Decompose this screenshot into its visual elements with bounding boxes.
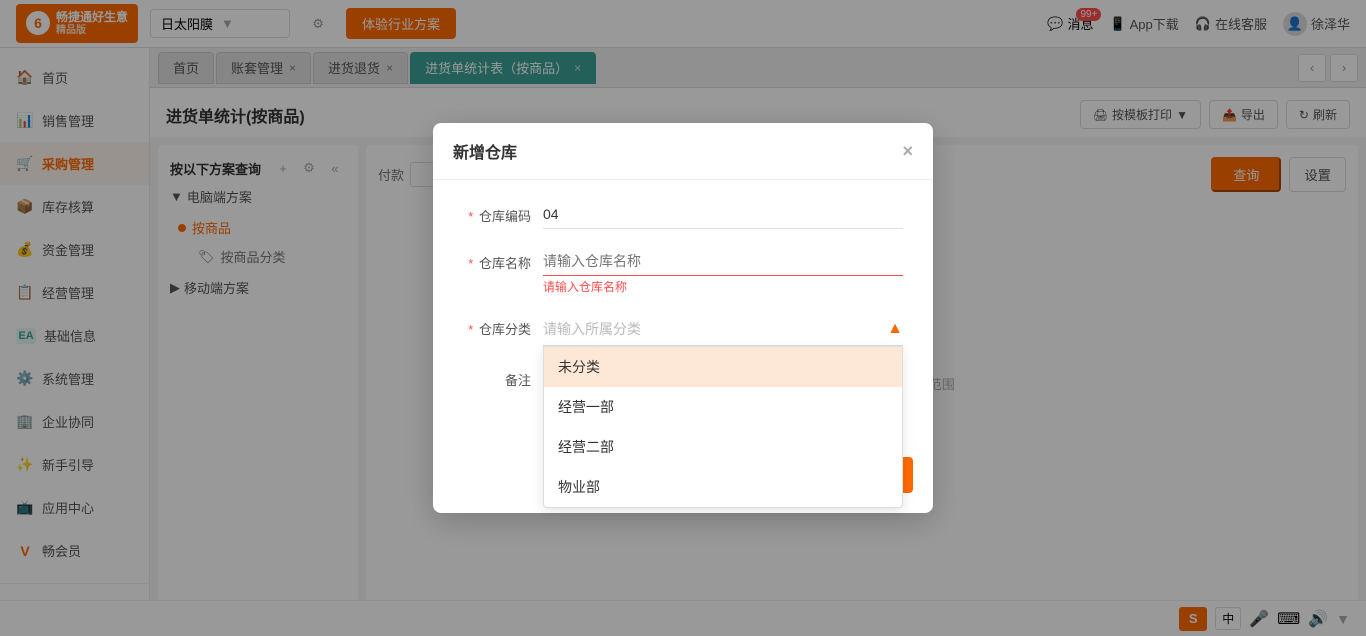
dropdown-item-dept2[interactable]: 经营二部 [544, 427, 902, 467]
modal-overlay: 新增仓库 × * 仓库编码 * 仓库名称 [0, 0, 1366, 636]
modal-close-button[interactable]: × [902, 141, 913, 162]
form-row-name: * 仓库名称 请输入仓库名称 [463, 247, 903, 295]
note-label: 备注 [463, 364, 543, 389]
dropdown-item-none[interactable]: 未分类 [544, 347, 902, 387]
category-dropdown-trigger[interactable]: 请输入所属分类 ▲ [543, 313, 903, 346]
modal-header: 新增仓库 × [433, 123, 933, 180]
dropdown-item-none-label: 未分类 [558, 359, 600, 375]
code-field [543, 200, 903, 229]
name-label: * 仓库名称 [463, 247, 543, 272]
add-warehouse-modal: 新增仓库 × * 仓库编码 * 仓库名称 [433, 123, 933, 513]
name-input[interactable] [543, 247, 903, 276]
code-input[interactable] [543, 200, 903, 229]
category-placeholder: 请输入所属分类 [543, 319, 641, 339]
category-field: 请输入所属分类 ▲ 未分类 经营一部 经营二部 [543, 313, 903, 346]
name-error-msg: 请输入仓库名称 [543, 278, 903, 295]
dropdown-item-dept3-label: 物业部 [558, 479, 600, 495]
required-star-code: * [468, 209, 473, 224]
required-star-cat: * [468, 322, 473, 337]
dropdown-item-dept1-label: 经营一部 [558, 399, 614, 415]
name-field: 请输入仓库名称 [543, 247, 903, 295]
modal-title: 新增仓库 [453, 139, 517, 163]
chevron-up-icon: ▲ [887, 320, 903, 338]
dropdown-item-dept2-label: 经营二部 [558, 439, 614, 455]
required-star-name: * [468, 256, 473, 271]
dropdown-item-dept1[interactable]: 经营一部 [544, 387, 902, 427]
form-row-category: * 仓库分类 请输入所属分类 ▲ 未分类 经营一部 [463, 313, 903, 346]
code-label: * 仓库编码 [463, 200, 543, 225]
form-row-code: * 仓库编码 [463, 200, 903, 229]
modal-body: * 仓库编码 * 仓库名称 请输入仓库名称 [433, 180, 933, 445]
category-dropdown-list: 未分类 经营一部 经营二部 物业部 [543, 346, 903, 508]
category-label: * 仓库分类 [463, 313, 543, 338]
dropdown-item-dept3[interactable]: 物业部 [544, 467, 902, 507]
